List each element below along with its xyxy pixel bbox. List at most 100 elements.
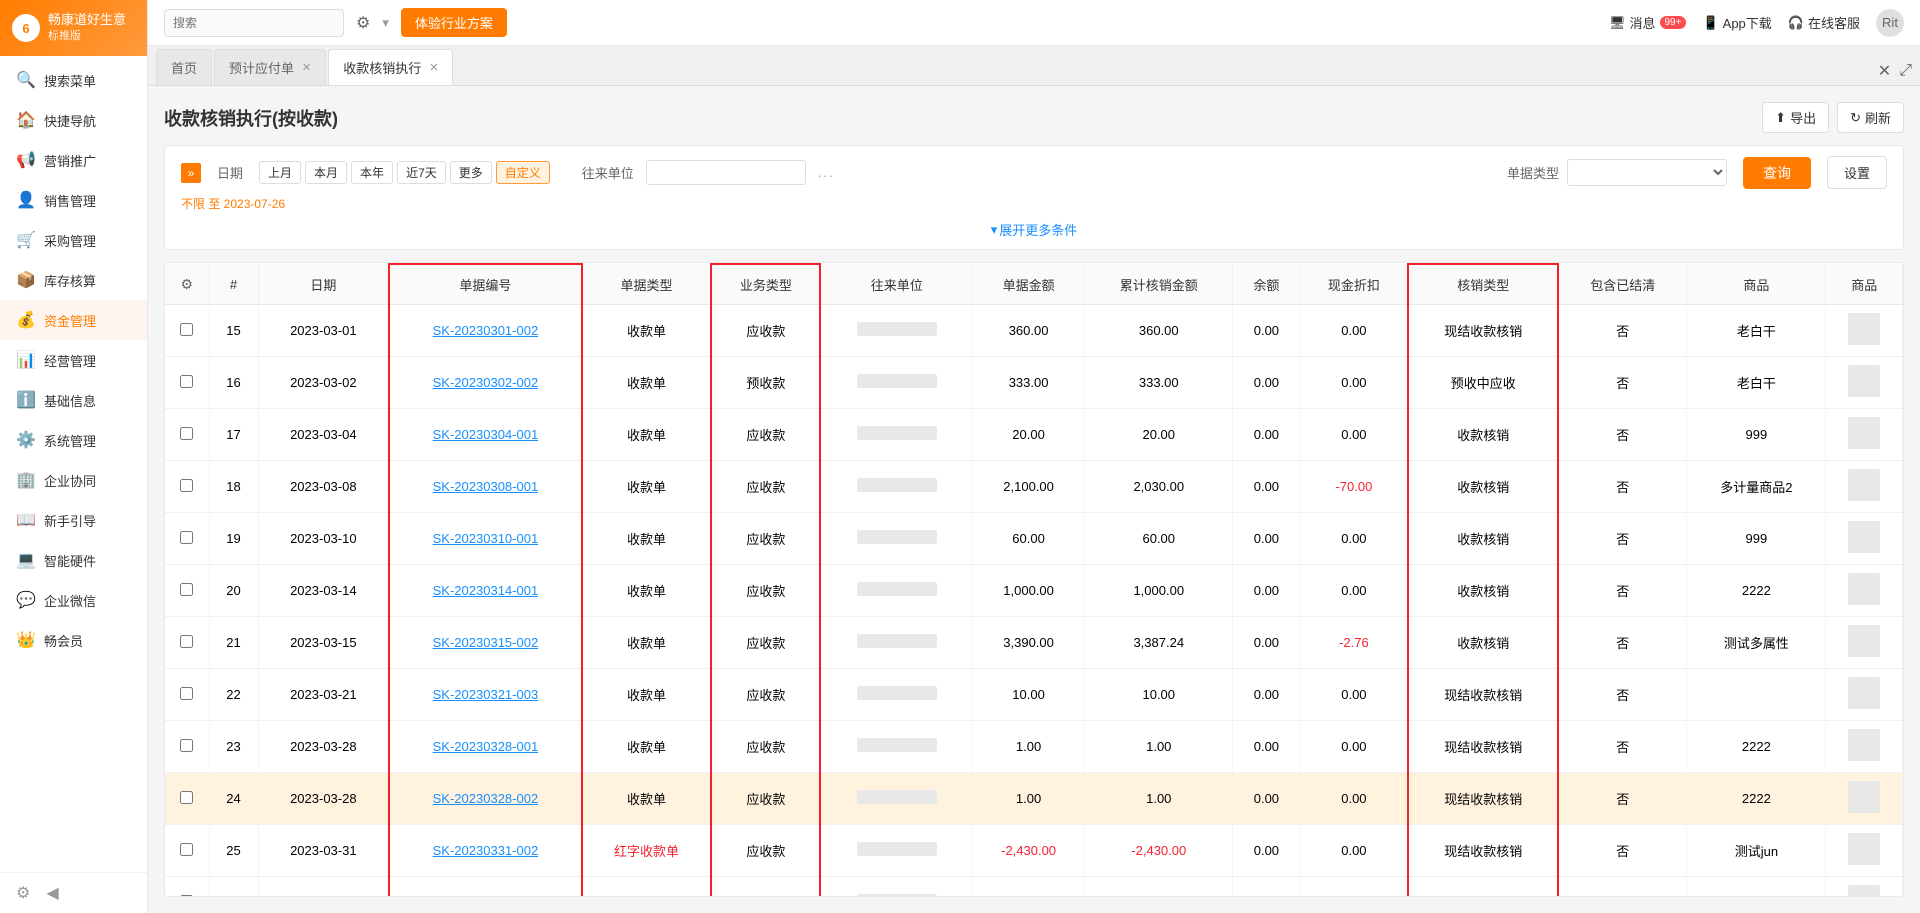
filter-bar: » 日期 上月 本月 本年 近7天 更多 自定义 往来单位 ... 单据类型: [164, 145, 1904, 250]
user-avatar[interactable]: Rit: [1876, 9, 1904, 37]
page-title: 收款核销执行(按收款): [164, 105, 338, 131]
tab-prepay-close-icon[interactable]: ✕: [302, 61, 311, 74]
row-docno[interactable]: SK-20230304-001: [389, 409, 582, 461]
query-button[interactable]: 查询: [1743, 157, 1811, 189]
row-cumulative: 333.00: [1085, 357, 1233, 409]
tab-collection-close-icon[interactable]: ✕: [429, 61, 438, 74]
doc-type-select[interactable]: [1567, 159, 1727, 186]
row-seq: 21: [209, 617, 258, 669]
refresh-button[interactable]: ↻ 刷新: [1837, 102, 1904, 133]
sidebar-item-purchase[interactable]: 🛒 采购管理: [0, 220, 147, 260]
sidebar-item-corp[interactable]: 🏢 企业协同: [0, 460, 147, 500]
row-docno[interactable]: SK-20230310-001: [389, 513, 582, 565]
sidebar-item-search[interactable]: 🔍 搜索菜单: [0, 60, 147, 100]
sidebar-item-inventory[interactable]: 📦 库存核算: [0, 260, 147, 300]
col-balance-header: 余额: [1233, 264, 1300, 305]
this-year-button[interactable]: 本年: [351, 161, 393, 184]
sidebar-item-system[interactable]: ⚙️ 系统管理: [0, 420, 147, 460]
filter-settings-button[interactable]: 设置: [1827, 156, 1887, 189]
row-goods-img: [1826, 669, 1903, 721]
expand-more-link[interactable]: ▾ 展开更多条件: [991, 220, 1078, 239]
table-row: 18 2023-03-08 SK-20230308-001 收款单 应收款 2,…: [165, 461, 1903, 513]
last7-days-button[interactable]: 近7天: [397, 161, 446, 184]
sidebar-item-finance[interactable]: 💰 资金管理: [0, 300, 147, 340]
row-discount: 0.00: [1300, 357, 1408, 409]
row-docno[interactable]: SK-20230321-003: [389, 669, 582, 721]
row-docno[interactable]: SK-20230315-002: [389, 617, 582, 669]
sidebar-item-wechat[interactable]: 💬 企业微信: [0, 580, 147, 620]
solution-button[interactable]: 体验行业方案: [401, 8, 507, 37]
row-doctype: 收款单: [582, 773, 711, 825]
row-balance: 0.00: [1233, 461, 1300, 513]
row-checkbox[interactable]: [165, 357, 209, 409]
row-checkbox[interactable]: [165, 513, 209, 565]
row-checkbox[interactable]: [165, 565, 209, 617]
row-discount: 0.00: [1300, 877, 1408, 898]
sidebar-item-member[interactable]: 👑 畅会员: [0, 620, 147, 660]
row-checkbox[interactable]: [165, 305, 209, 357]
row-checkbox[interactable]: [165, 825, 209, 877]
row-seq: 26: [209, 877, 258, 898]
table-row: 20 2023-03-14 SK-20230314-001 收款单 应收款 1,…: [165, 565, 1903, 617]
search-input[interactable]: [173, 16, 335, 30]
row-goods: 999: [1687, 409, 1826, 461]
row-docno[interactable]: SK-20230302-002: [389, 357, 582, 409]
settings-gear-icon[interactable]: ⚙: [356, 13, 370, 33]
sidebar-item-marketing[interactable]: 📢 营销推广: [0, 140, 147, 180]
dropdown-arrow-icon[interactable]: ▾: [382, 15, 389, 31]
row-docno[interactable]: SK-20230328-002: [389, 773, 582, 825]
more-date-button[interactable]: 更多: [450, 161, 492, 184]
row-cumulative: 60.00: [1085, 513, 1233, 565]
custom-date-button[interactable]: 自定义: [496, 161, 550, 184]
filter-expand-button[interactable]: »: [181, 163, 201, 183]
row-docno[interactable]: SK-20230308-001: [389, 461, 582, 513]
row-checkbox[interactable]: [165, 409, 209, 461]
sidebar-item-sales[interactable]: 👤 销售管理: [0, 180, 147, 220]
row-checkbox[interactable]: [165, 669, 209, 721]
row-docno[interactable]: SK-20230301-002: [389, 305, 582, 357]
row-docno[interactable]: SK-20230314-001: [389, 565, 582, 617]
row-discount: 0.00: [1300, 669, 1408, 721]
sidebar-item-hardware[interactable]: 💻 智能硬件: [0, 540, 147, 580]
row-checkbox[interactable]: [165, 721, 209, 773]
tab-prepay[interactable]: 预计应付单 ✕: [214, 49, 326, 85]
sidebar-item-quicknav[interactable]: 🏠 快捷导航: [0, 100, 147, 140]
export-button[interactable]: ⬆ 导出: [1762, 102, 1829, 133]
row-checkbox[interactable]: [165, 461, 209, 513]
tab-collection[interactable]: 收款核销执行 ✕: [328, 49, 453, 85]
row-doctype: 红字收款单: [582, 825, 711, 877]
last-month-button[interactable]: 上月: [259, 161, 301, 184]
sidebar-item-guide[interactable]: 📖 新手引导: [0, 500, 147, 540]
row-settled: 否: [1558, 461, 1687, 513]
tab-close-all-button[interactable]: ✕: [1878, 61, 1891, 81]
row-biztype: 应收款: [711, 721, 820, 773]
col-gear-header[interactable]: ⚙: [165, 264, 209, 305]
export-icon: ⬆: [1775, 110, 1786, 126]
messages-button[interactable]: 🖥 消息 99+: [1609, 13, 1687, 32]
partner-input[interactable]: [646, 160, 806, 185]
date-filter-label: 日期: [217, 163, 243, 182]
tab-home[interactable]: 首页: [156, 49, 212, 85]
settings-footer-icon[interactable]: ⚙: [16, 883, 30, 903]
collapse-icon[interactable]: ◀: [46, 883, 58, 903]
sidebar-item-label: 快捷导航: [44, 111, 96, 130]
row-biztype: 应收款: [711, 409, 820, 461]
row-canceltype: 收款核销: [1408, 565, 1558, 617]
row-settled: 否: [1558, 773, 1687, 825]
row-docno[interactable]: SK-20230403-002: [389, 877, 582, 898]
row-docno[interactable]: SK-20230328-001: [389, 721, 582, 773]
sidebar-item-basic[interactable]: ℹ️ 基础信息: [0, 380, 147, 420]
sidebar-item-operations[interactable]: 📊 经营管理: [0, 340, 147, 380]
row-amount: 20.00: [972, 409, 1084, 461]
row-docno[interactable]: SK-20230331-002: [389, 825, 582, 877]
online-service-button[interactable]: 🎧 在线客服: [1788, 13, 1860, 32]
row-doctype: 收款单: [582, 617, 711, 669]
this-month-button[interactable]: 本月: [305, 161, 347, 184]
sidebar-item-label: 企业微信: [44, 591, 96, 610]
row-checkbox[interactable]: [165, 617, 209, 669]
row-checkbox[interactable]: [165, 773, 209, 825]
app-download-button[interactable]: 📱 App下载: [1702, 13, 1771, 32]
tab-maximize-button[interactable]: ⤢: [1899, 62, 1912, 80]
home-icon: 🏠: [16, 110, 36, 130]
row-checkbox[interactable]: [165, 877, 209, 898]
